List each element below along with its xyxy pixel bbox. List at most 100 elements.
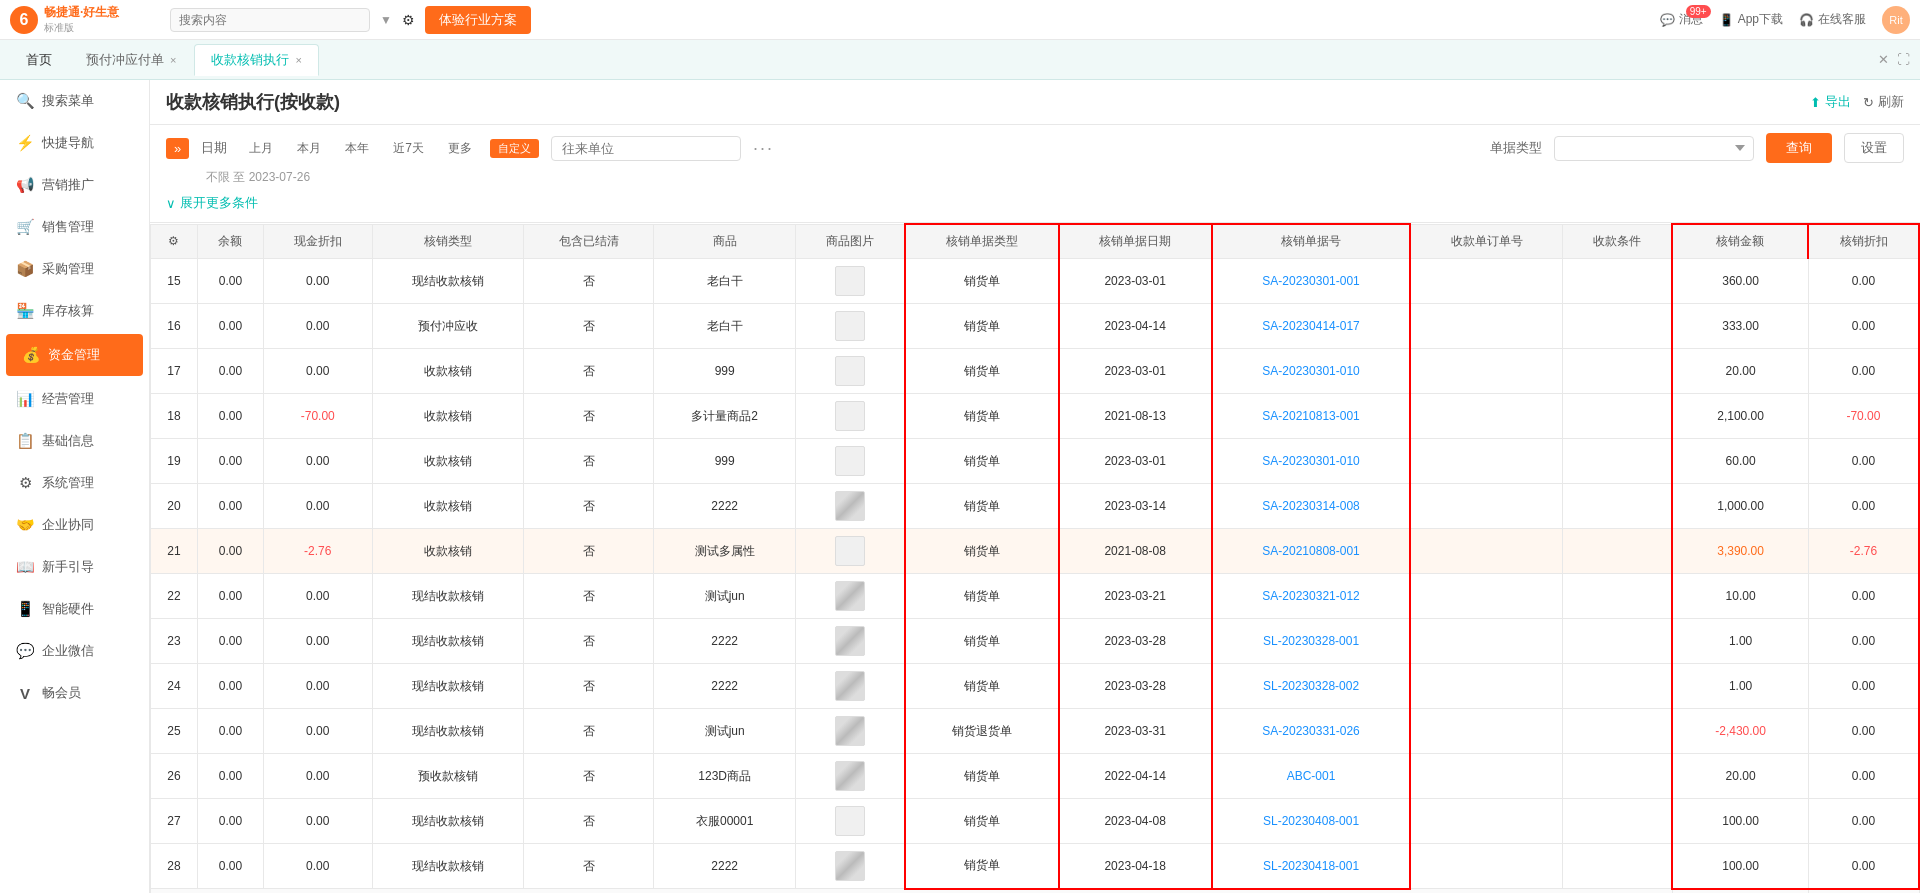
table-row: 280.000.00现结收款核销否2222销货单2023-04-18SL-202… — [151, 844, 1920, 889]
gear-icon[interactable]: ⚙ — [402, 12, 415, 28]
sidebar-item-system[interactable]: ⚙ 系统管理 — [0, 462, 149, 504]
sidebar-label-sales: 销售管理 — [42, 218, 94, 236]
tab-prepay[interactable]: 预付冲应付单 × — [70, 45, 192, 75]
unit-dots: ··· — [753, 138, 774, 159]
table-row: 170.000.00收款核销否999销货单2023-03-01SA-202303… — [151, 349, 1920, 394]
sidebar-label-guide: 新手引导 — [42, 558, 94, 576]
table-row: 190.000.00收款核销否999销货单2023-03-01SA-202303… — [151, 439, 1920, 484]
bill-no-link[interactable]: SA-20210813-001 — [1262, 409, 1359, 423]
sidebar-item-wechat[interactable]: 💬 企业微信 — [0, 630, 149, 672]
sidebar-label-wechat: 企业微信 — [42, 642, 94, 660]
sidebar-item-member[interactable]: V 畅会员 — [0, 672, 149, 714]
date-cur-month[interactable]: 本月 — [291, 138, 327, 159]
avatar[interactable]: Rit — [1882, 6, 1910, 34]
th-verify-bill-date: 核销单据日期 — [1059, 224, 1212, 259]
footer-verify-discount: 952.24 — [1808, 889, 1919, 894]
table-row: 270.000.00现结收款核销否衣服00001销货单2023-04-08SL-… — [151, 799, 1920, 844]
service-icon: 🎧 — [1799, 13, 1814, 27]
goods-img-cell — [796, 754, 906, 799]
date-7days[interactable]: 近7天 — [387, 138, 430, 159]
finance-icon: 💰 — [22, 346, 40, 364]
sidebar-item-collab[interactable]: 🤝 企业协同 — [0, 504, 149, 546]
app-icon: 📱 — [1719, 13, 1734, 27]
export-button[interactable]: ⬆ 导出 — [1810, 93, 1851, 111]
th-receipt-order-no: 收款单订单号 — [1410, 224, 1562, 259]
bill-no-link[interactable]: SA-20230314-008 — [1262, 499, 1359, 513]
filter-row-date-range: 不限 至 2023-07-26 — [166, 169, 1904, 186]
sidebar-item-basic[interactable]: 📋 基础信息 — [0, 420, 149, 462]
bill-no-link[interactable]: SA-20230321-012 — [1262, 589, 1359, 603]
guide-icon: 📖 — [16, 558, 34, 576]
unit-input[interactable] — [551, 136, 741, 161]
th-verify-bill-type: 核销单据类型 — [905, 224, 1058, 259]
setting-button[interactable]: 设置 — [1844, 133, 1904, 163]
sidebar-item-marketing[interactable]: 📢 营销推广 — [0, 164, 149, 206]
sidebar-item-inventory[interactable]: 🏪 库存核算 — [0, 290, 149, 332]
goods-img-cell — [796, 259, 906, 304]
bill-no-link[interactable]: SA-20230301-010 — [1262, 364, 1359, 378]
close-icon-2[interactable]: × — [295, 54, 301, 66]
date-more[interactable]: 更多 — [442, 138, 478, 159]
bill-no-link[interactable]: SL-20230328-002 — [1263, 679, 1359, 693]
sidebar-item-sales[interactable]: 🛒 销售管理 — [0, 206, 149, 248]
th-verify-bill-no: 核销单据号 — [1212, 224, 1411, 259]
sidebar-label-finance: 资金管理 — [48, 346, 100, 364]
sidebar-item-operations[interactable]: 📊 经营管理 — [0, 378, 149, 420]
date-custom-btn[interactable]: 自定义 — [490, 139, 539, 158]
table-row: 180.00-70.00收款核销否多计量商品2销货单2021-08-13SA-2… — [151, 394, 1920, 439]
sidebar-label-hardware: 智能硬件 — [42, 600, 94, 618]
goods-img-cell — [796, 799, 906, 844]
bill-no-link[interactable]: SA-20230414-017 — [1262, 319, 1359, 333]
table-row: 200.000.00收款核销否2222销货单2023-03-14SA-20230… — [151, 484, 1920, 529]
sidebar-item-guide[interactable]: 📖 新手引导 — [0, 546, 149, 588]
user-label: Rit — [1889, 14, 1902, 26]
search-input[interactable] — [170, 8, 370, 32]
sidebar-item-quick[interactable]: ⚡ 快捷导航 — [0, 122, 149, 164]
main-layout: 🔍 搜索菜单 ⚡ 快捷导航 📢 营销推广 🛒 销售管理 📦 采购管理 🏪 库存核… — [0, 80, 1920, 893]
table-footer-row: 40,556,66... 952.24 — [151, 889, 1920, 894]
date-prev-month[interactable]: 上月 — [243, 138, 279, 159]
window-maximize-icon[interactable]: ⛶ — [1897, 52, 1910, 67]
industry-button[interactable]: 体验行业方案 — [425, 6, 531, 34]
th-gear[interactable]: ⚙ — [151, 224, 198, 259]
goods-img-cell — [796, 619, 906, 664]
bill-no-link[interactable]: SA-20230331-026 — [1262, 724, 1359, 738]
expand-arrow-btn[interactable]: » — [166, 138, 189, 159]
expand-more-btn[interactable]: ∨ 展开更多条件 — [166, 194, 1904, 212]
tab-verify[interactable]: 收款核销执行 × — [194, 44, 318, 76]
table-row: 230.000.00现结收款核销否2222销货单2023-03-28SL-202… — [151, 619, 1920, 664]
bill-no-link[interactable]: SA-20210808-001 — [1262, 544, 1359, 558]
sidebar-item-hardware[interactable]: 📱 智能硬件 — [0, 588, 149, 630]
goods-img-cell — [796, 709, 906, 754]
bill-no-link[interactable]: SA-20230301-010 — [1262, 454, 1359, 468]
message-icon-item[interactable]: 💬 消息 99+ — [1660, 11, 1703, 28]
goods-img-cell — [796, 349, 906, 394]
bill-no-link[interactable]: ABC-001 — [1287, 769, 1336, 783]
chevron-down-icon: ∨ — [166, 196, 176, 211]
app-subtitle: 标准版 — [44, 21, 119, 35]
date-cur-year[interactable]: 本年 — [339, 138, 375, 159]
home-label: 首页 — [26, 51, 52, 69]
goods-img-cell — [796, 484, 906, 529]
sidebar-item-finance[interactable]: 💰 资金管理 — [6, 334, 143, 376]
sidebar-item-search[interactable]: 🔍 搜索菜单 — [0, 80, 149, 122]
table-row: 250.000.00现结收款核销否测试jun销货退货单2023-03-31SA-… — [151, 709, 1920, 754]
search-bar[interactable] — [170, 8, 370, 32]
window-close-icon[interactable]: ✕ — [1878, 52, 1889, 67]
tab-home[interactable]: 首页 — [10, 45, 68, 75]
online-service-item[interactable]: 🎧 在线客服 — [1799, 11, 1866, 28]
app-download-item[interactable]: 📱 App下载 — [1719, 11, 1783, 28]
close-icon[interactable]: × — [170, 54, 176, 66]
bill-no-link[interactable]: SL-20230408-001 — [1263, 814, 1359, 828]
query-button[interactable]: 查询 — [1766, 133, 1832, 163]
bill-no-link[interactable]: SA-20230301-001 — [1262, 274, 1359, 288]
sidebar-item-purchase[interactable]: 📦 采购管理 — [0, 248, 149, 290]
tab1-label: 预付冲应付单 — [86, 51, 164, 69]
type-select[interactable] — [1554, 136, 1754, 161]
refresh-button[interactable]: ↻ 刷新 — [1863, 93, 1904, 111]
bill-no-link[interactable]: SL-20230328-001 — [1263, 634, 1359, 648]
member-icon: V — [16, 684, 34, 702]
logo-area: 6 畅捷通·好生意 标准版 — [10, 4, 160, 35]
bill-no-link[interactable]: SL-20230418-001 — [1263, 859, 1359, 873]
table-wrap: ⚙ 余额 现金折扣 核销类型 包含已结清 商品 商品图片 核销单据类型 核销单据… — [150, 223, 1920, 893]
